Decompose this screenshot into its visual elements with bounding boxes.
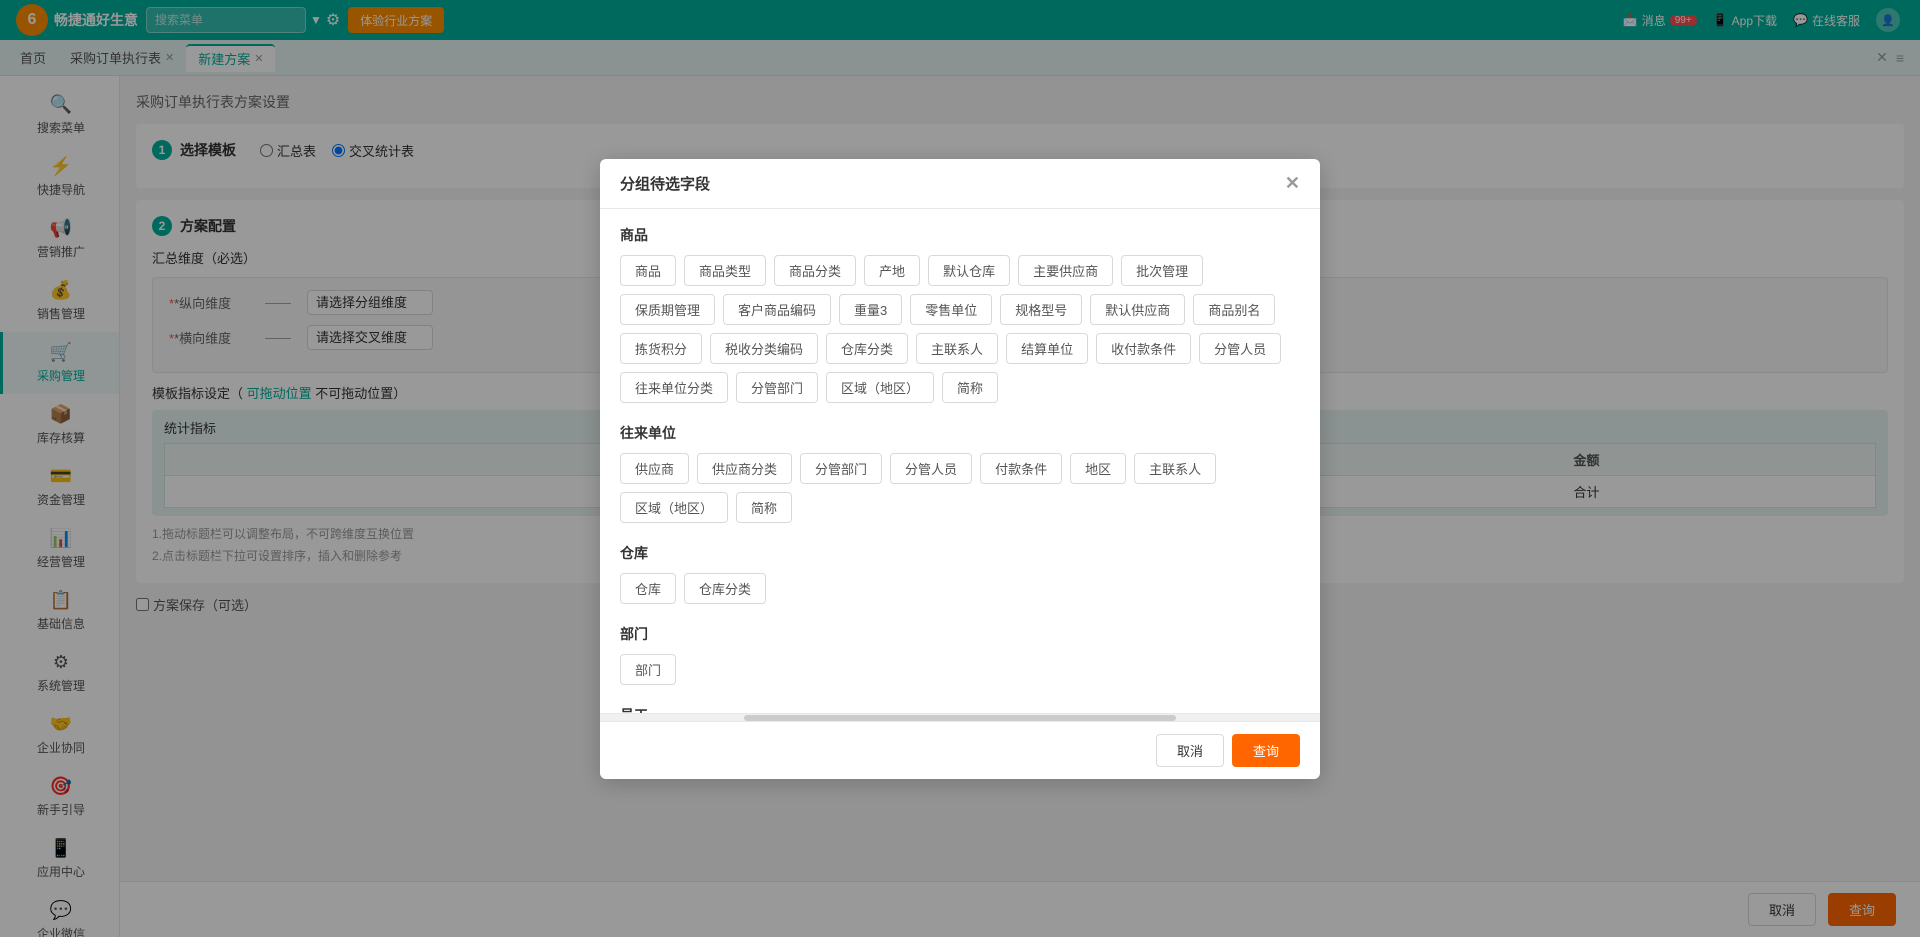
field-tag-0-18[interactable]: 结算单位 <box>1006 333 1088 364</box>
field-tag-0-22[interactable]: 分管部门 <box>736 372 818 403</box>
modal-section-3-tags: 部门 <box>620 654 1300 685</box>
field-tag-0-0[interactable]: 商品 <box>620 255 676 286</box>
field-tag-0-24[interactable]: 简称 <box>942 372 998 403</box>
modal-body: 商品商品商品类型商品分类产地默认仓库主要供应商批次管理保质期管理客户商品编码重量… <box>600 209 1320 713</box>
field-tag-1-4[interactable]: 付款条件 <box>980 453 1062 484</box>
modal-section-4: 员工业务员 <box>620 705 1300 713</box>
modal-footer: 取消 查询 <box>600 721 1320 779</box>
modal-section-2-tags: 仓库仓库分类 <box>620 573 1300 604</box>
field-tag-3-0[interactable]: 部门 <box>620 654 676 685</box>
field-tag-0-13[interactable]: 商品别名 <box>1193 294 1275 325</box>
field-tag-0-8[interactable]: 客户商品编码 <box>723 294 831 325</box>
field-tag-1-3[interactable]: 分管人员 <box>890 453 972 484</box>
field-tag-0-23[interactable]: 区域（地区） <box>826 372 934 403</box>
modal-scroll-track <box>600 713 1320 721</box>
field-tag-0-6[interactable]: 批次管理 <box>1121 255 1203 286</box>
field-tag-0-3[interactable]: 产地 <box>864 255 920 286</box>
modal-section-1: 往来单位供应商供应商分类分管部门分管人员付款条件地区主联系人区域（地区） 简称 <box>620 423 1300 523</box>
modal-overlay: 分组待选字段 ✕ 商品商品商品类型商品分类产地默认仓库主要供应商批次管理保质期管… <box>0 0 1920 937</box>
field-tag-0-14[interactable]: 拣货积分 <box>620 333 702 364</box>
modal-cancel-btn[interactable]: 取消 <box>1156 734 1224 767</box>
modal-section-0: 商品商品商品类型商品分类产地默认仓库主要供应商批次管理保质期管理客户商品编码重量… <box>620 225 1300 403</box>
modal-header: 分组待选字段 ✕ <box>600 159 1320 209</box>
modal-section-0-tags: 商品商品类型商品分类产地默认仓库主要供应商批次管理保质期管理客户商品编码重量3 零… <box>620 255 1300 403</box>
modal-dialog: 分组待选字段 ✕ 商品商品商品类型商品分类产地默认仓库主要供应商批次管理保质期管… <box>600 159 1320 779</box>
modal-section-2: 仓库仓库仓库分类 <box>620 543 1300 604</box>
field-tag-1-8[interactable]: 简称 <box>736 492 792 523</box>
field-tag-1-1[interactable]: 供应商分类 <box>697 453 792 484</box>
field-tag-0-21[interactable]: 往来单位分类 <box>620 372 728 403</box>
field-tag-0-9[interactable]: 重量3 <box>839 294 902 325</box>
modal-section-1-title: 往来单位 <box>620 423 1300 443</box>
field-tag-0-2[interactable]: 商品分类 <box>774 255 856 286</box>
field-tag-0-4[interactable]: 默认仓库 <box>928 255 1010 286</box>
modal-title: 分组待选字段 <box>620 173 710 194</box>
field-tag-1-7[interactable]: 区域（地区） <box>620 492 728 523</box>
modal-confirm-btn[interactable]: 查询 <box>1232 734 1300 767</box>
field-tag-1-0[interactable]: 供应商 <box>620 453 689 484</box>
field-tag-1-6[interactable]: 主联系人 <box>1134 453 1216 484</box>
field-tag-0-16[interactable]: 仓库分类 <box>826 333 908 364</box>
field-tag-2-1[interactable]: 仓库分类 <box>684 573 766 604</box>
modal-section-3: 部门部门 <box>620 624 1300 685</box>
field-tag-1-2[interactable]: 分管部门 <box>800 453 882 484</box>
modal-section-1-tags: 供应商供应商分类分管部门分管人员付款条件地区主联系人区域（地区） 简称 <box>620 453 1300 523</box>
field-tag-0-1[interactable]: 商品类型 <box>684 255 766 286</box>
modal-section-2-title: 仓库 <box>620 543 1300 563</box>
field-tag-1-5[interactable]: 地区 <box>1070 453 1126 484</box>
field-tag-0-12[interactable]: 默认供应商 <box>1090 294 1185 325</box>
field-tag-0-7[interactable]: 保质期管理 <box>620 294 715 325</box>
field-tag-0-15[interactable]: 税收分类编码 <box>710 333 818 364</box>
field-tag-0-19[interactable]: 收付款条件 <box>1096 333 1191 364</box>
modal-close-icon[interactable]: ✕ <box>1285 174 1300 192</box>
field-tag-0-5[interactable]: 主要供应商 <box>1018 255 1113 286</box>
field-tag-2-0[interactable]: 仓库 <box>620 573 676 604</box>
modal-section-0-title: 商品 <box>620 225 1300 245</box>
field-tag-0-20[interactable]: 分管人员 <box>1199 333 1281 364</box>
field-tag-0-11[interactable]: 规格型号 <box>1000 294 1082 325</box>
modal-section-3-title: 部门 <box>620 624 1300 644</box>
field-tag-0-10[interactable]: 零售单位 <box>910 294 992 325</box>
field-tag-0-17[interactable]: 主联系人 <box>916 333 998 364</box>
modal-section-4-title: 员工 <box>620 705 1300 713</box>
